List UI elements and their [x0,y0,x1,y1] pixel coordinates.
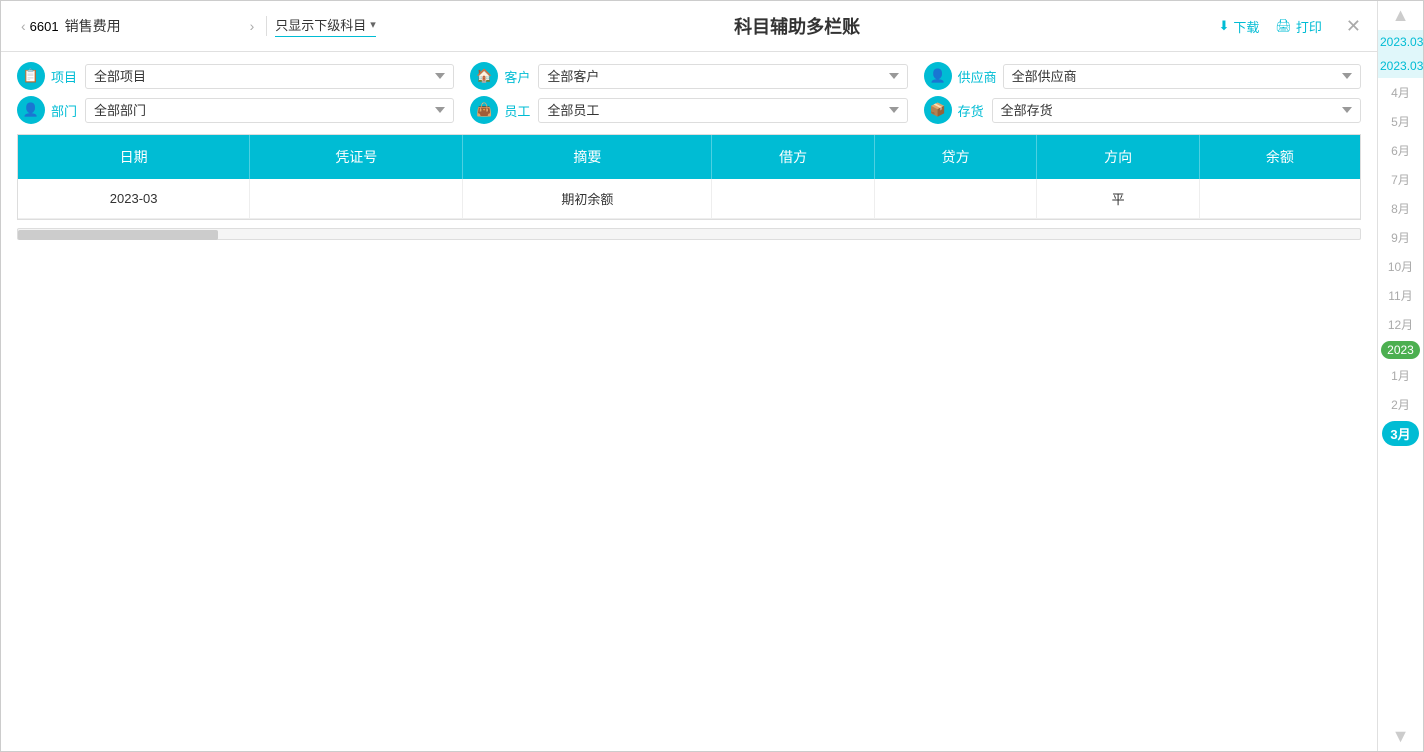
customer-icon: 🏠 [470,62,498,90]
supplier-label: 供应商 [958,67,997,86]
col-direction: 方向 [1037,135,1199,179]
filter-customer: 🏠 客户 全部客户 [470,62,907,90]
cell-credit [874,179,1036,219]
employee-select[interactable]: 全部员工 [538,98,907,123]
sidebar-item-sep[interactable]: 9月 [1378,223,1423,252]
sidebar-item-dec[interactable]: 12月 [1378,310,1423,339]
col-balance: 余额 [1199,135,1360,179]
col-debit: 借方 [712,135,874,179]
scrollbar-thumb[interactable] [18,230,218,240]
col-voucher: 凭证号 [250,135,463,179]
sidebar-item-2023-03-top[interactable]: 2023.03 [1378,30,1423,54]
filter-supplier: 👤 供应商 全部供应商 [924,62,1361,90]
sidebar-item-jun[interactable]: 6月 [1378,136,1423,165]
download-label: 下载 [1233,17,1259,36]
cell-voucher [250,179,463,219]
horizontal-scrollbar[interactable] [17,228,1361,240]
sidebar-item-apr[interactable]: 4月 [1378,78,1423,107]
only-sub-filter[interactable]: 只显示下级科目 ▾ [275,15,376,37]
filter-project: 📋 项目 全部项目 [17,62,454,90]
filter-dept: 👤 部门 全部部门 [17,96,454,124]
sidebar-year-2023[interactable]: 2023 [1381,341,1420,359]
supplier-icon: 👤 [924,62,952,90]
sidebar-item-aug[interactable]: 8月 [1378,194,1423,223]
close-button[interactable]: ✕ [1346,16,1361,37]
nav-next-button[interactable]: › [246,16,259,36]
col-summary: 摘要 [463,135,712,179]
inventory-select[interactable]: 全部存货 [992,98,1361,123]
main-content: ‹ 6601 › 只显示下级科目 ▾ 科目辅助多栏账 ⬇ 下载 🖨 打印 [1,1,1377,240]
print-button[interactable]: 🖨 打印 [1275,17,1322,36]
print-icon: 🖨 [1275,18,1292,34]
download-button[interactable]: ⬇ 下载 [1218,17,1259,36]
month-sidebar: ▲ 2023.03 2023.03 4月 5月 6月 7月 8月 9月 10月 … [1377,1,1423,751]
account-name-input[interactable] [65,18,246,34]
dept-label: 部门 [51,101,79,120]
filter-bar: 📋 项目 全部项目 🏠 客户 全部客户 👤 供应商 全部供应商 [1,52,1377,134]
sidebar-up-arrow[interactable]: ▲ [1388,1,1414,30]
cell-date: 2023-03 [18,179,250,219]
cell-direction: 平 [1037,179,1199,219]
main-window: ▲ 2023.03 2023.03 4月 5月 6月 7月 8月 9月 10月 … [0,0,1424,752]
col-date: 日期 [18,135,250,179]
only-sub-label: 只显示下级科目 [275,15,366,34]
supplier-select[interactable]: 全部供应商 [1003,64,1361,89]
account-code-text: 6601 [30,19,59,34]
nav-prev-button[interactable]: ‹ [17,16,30,36]
project-label: 项目 [51,67,79,86]
cell-balance [1199,179,1360,219]
filter-employee: 👜 员工 全部员工 [470,96,907,124]
account-info: 6601 [30,18,246,34]
sidebar-item-oct[interactable]: 10月 [1378,252,1423,281]
page-header: ‹ 6601 › 只显示下级科目 ▾ 科目辅助多栏账 ⬇ 下载 🖨 打印 [1,1,1377,52]
data-table: 日期 凭证号 摘要 借方 贷方 方向 余额 2023-03 期初余额 [18,135,1360,219]
dept-select[interactable]: 全部部门 [85,98,454,123]
inventory-icon: 📦 [924,96,952,124]
cell-debit [712,179,874,219]
print-label: 打印 [1296,17,1322,36]
sidebar-item-mar-current[interactable]: 3月 [1382,421,1418,446]
sidebar-item-may[interactable]: 5月 [1378,107,1423,136]
table-header-row: 日期 凭证号 摘要 借方 贷方 方向 余额 [18,135,1360,179]
separator [266,16,267,36]
download-icon: ⬇ [1218,18,1229,34]
sidebar-item-jan[interactable]: 1月 [1378,361,1423,390]
table-row: 2023-03 期初余额 平 [18,179,1360,219]
sidebar-item-2023-03-2[interactable]: 2023.03 [1378,54,1423,78]
col-credit: 贷方 [874,135,1036,179]
page-title: 科目辅助多栏账 [376,13,1219,39]
cell-summary: 期初余额 [463,179,712,219]
sidebar-item-feb[interactable]: 2月 [1378,390,1423,419]
project-select[interactable]: 全部项目 [85,64,454,89]
sidebar-item-nov[interactable]: 11月 [1378,281,1423,310]
dept-icon: 👤 [17,96,45,124]
sidebar-down-arrow[interactable]: ▼ [1388,722,1414,751]
project-icon: 📋 [17,62,45,90]
employee-label: 员工 [504,101,532,120]
customer-label: 客户 [504,67,532,86]
header-actions: ⬇ 下载 🖨 打印 ✕ [1218,16,1361,37]
data-table-wrapper: 日期 凭证号 摘要 借方 贷方 方向 余额 2023-03 期初余额 [17,134,1361,220]
inventory-label: 存货 [958,101,986,120]
filter-inventory: 📦 存货 全部存货 [924,96,1361,124]
customer-select[interactable]: 全部客户 [538,64,907,89]
employee-icon: 👜 [470,96,498,124]
sidebar-item-jul[interactable]: 7月 [1378,165,1423,194]
